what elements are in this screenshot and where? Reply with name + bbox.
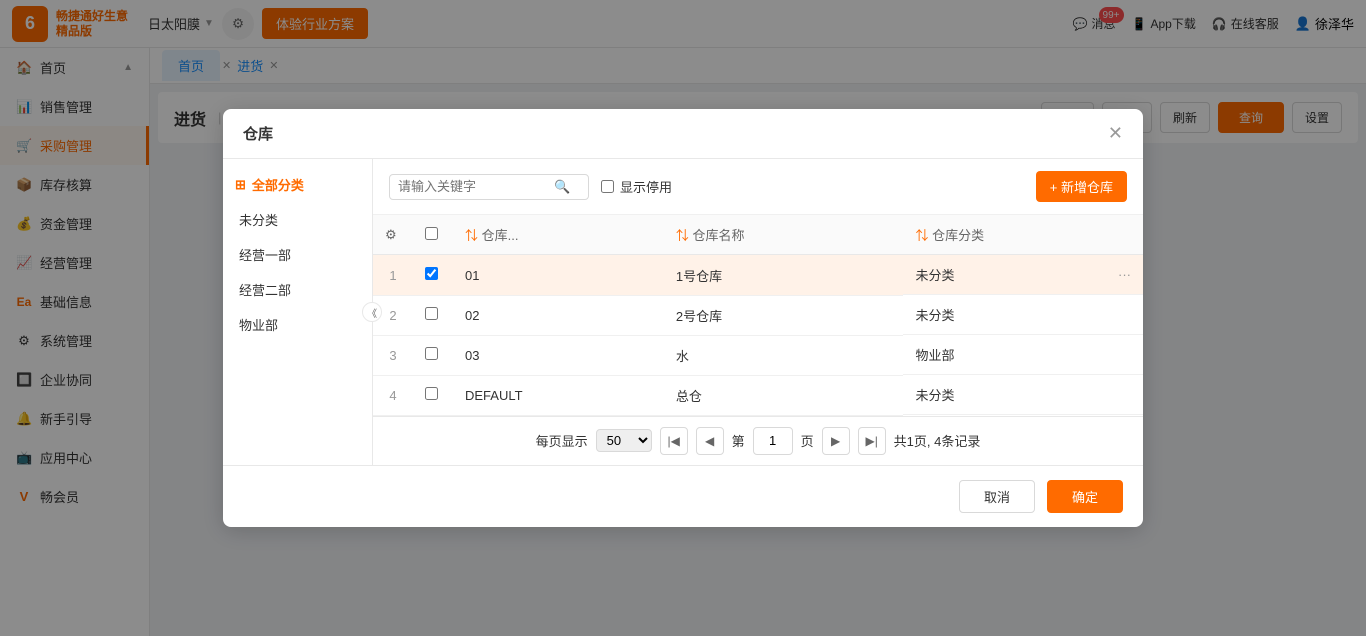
next-page-button[interactable]: ▶ — [822, 427, 850, 455]
per-page-label: 每页显示 — [536, 431, 588, 450]
row-category: 未分类 — [903, 375, 1143, 415]
row-checkbox-cell[interactable] — [413, 375, 453, 415]
prev-page-button[interactable]: ◀ — [696, 427, 724, 455]
row-name: 总仓 — [664, 375, 904, 415]
search-input[interactable] — [398, 179, 548, 194]
sort-icon: ⇅ — [465, 228, 478, 243]
modal-body: ⊞ 全部分类 《 未分类 经营一部 经营二部 物业部 🔍 — [223, 159, 1143, 465]
table-row[interactable]: 3 03 水 物业部 — [373, 335, 1143, 375]
row-code: DEFAULT — [453, 375, 664, 415]
first-page-button[interactable]: |◀ — [660, 427, 688, 455]
row-num: 3 — [373, 335, 413, 375]
row-category: 未分类 ··· — [903, 255, 1143, 295]
page-suffix: 页 — [801, 431, 814, 450]
row-checkbox-cell[interactable] — [413, 295, 453, 335]
add-warehouse-button[interactable]: + 新增仓库 — [1036, 171, 1127, 202]
sort-icon-cat: ⇅ — [915, 228, 928, 243]
category-item-property[interactable]: 物业部 — [223, 307, 372, 342]
show-disabled-checkbox[interactable]: 显示停用 — [601, 177, 672, 196]
last-page-button[interactable]: ▶| — [858, 427, 886, 455]
row-checkbox[interactable] — [425, 307, 438, 320]
category-all[interactable]: ⊞ 全部分类 — [223, 167, 372, 202]
table-row[interactable]: 4 DEFAULT 总仓 未分类 — [373, 375, 1143, 415]
warehouse-table: ⚙ ⇅ 仓库... ⇅ 仓库名称 ⇅ 仓库分类 — [373, 215, 1143, 416]
search-icon: 🔍 — [554, 179, 570, 195]
category-item-unclassified[interactable]: 未分类 — [223, 202, 372, 237]
page-label: 第 — [732, 431, 745, 450]
warehouse-modal: 仓库 ✕ ⊞ 全部分类 《 未分类 经营一部 经营二部 物业部 — [223, 109, 1143, 527]
row-checkbox[interactable] — [425, 387, 438, 400]
per-page-select[interactable]: 50 100 — [596, 429, 652, 452]
col-code: ⇅ 仓库... — [453, 215, 664, 255]
row-checkbox[interactable] — [425, 347, 438, 360]
category-item-dept2[interactable]: 经营二部 — [223, 272, 372, 307]
search-box[interactable]: 🔍 — [389, 174, 589, 200]
modal-toolbar: 🔍 显示停用 + 新增仓库 — [373, 159, 1143, 215]
row-name: 1号仓库 — [664, 255, 904, 296]
col-checkbox — [413, 215, 453, 255]
confirm-button[interactable]: 确定 — [1047, 480, 1123, 513]
row-code: 02 — [453, 295, 664, 335]
select-all-checkbox[interactable] — [425, 227, 438, 240]
modal-title: 仓库 — [243, 123, 273, 144]
more-options-icon[interactable]: ··· — [1118, 267, 1131, 282]
row-name: 2号仓库 — [664, 295, 904, 335]
modal-header: 仓库 ✕ — [223, 109, 1143, 159]
row-name: 水 — [664, 335, 904, 375]
category-item-dept1[interactable]: 经营一部 — [223, 237, 372, 272]
gear-icon: ⚙ — [385, 227, 397, 242]
sort-icon-name: ⇅ — [676, 228, 689, 243]
col-name: ⇅ 仓库名称 — [664, 215, 904, 255]
close-button[interactable]: ✕ — [1108, 123, 1123, 144]
row-category: 物业部 — [903, 335, 1143, 375]
row-num: 4 — [373, 375, 413, 415]
show-disabled-check[interactable] — [601, 180, 614, 193]
grid-icon: ⊞ — [235, 177, 246, 193]
col-category: ⇅ 仓库分类 — [903, 215, 1143, 255]
row-checkbox-cell[interactable] — [413, 335, 453, 375]
row-checkbox[interactable] — [425, 267, 438, 280]
total-records: 共1页, 4条记录 — [894, 431, 981, 450]
collapse-sidebar-button[interactable]: 《 — [362, 302, 382, 322]
cancel-button[interactable]: 取消 — [959, 480, 1035, 513]
col-gear: ⚙ — [373, 215, 413, 255]
row-code: 01 — [453, 255, 664, 296]
table-row[interactable]: 2 02 2号仓库 未分类 — [373, 295, 1143, 335]
category-sidebar: ⊞ 全部分类 《 未分类 经营一部 经营二部 物业部 — [223, 159, 373, 465]
row-category: 未分类 — [903, 295, 1143, 335]
modal-main: 🔍 显示停用 + 新增仓库 ⚙ — [373, 159, 1143, 465]
modal-actions: 取消 确定 — [223, 465, 1143, 527]
row-checkbox-cell[interactable] — [413, 255, 453, 296]
row-code: 03 — [453, 335, 664, 375]
modal-overlay: 仓库 ✕ ⊞ 全部分类 《 未分类 经营一部 经营二部 物业部 — [0, 0, 1366, 636]
row-num: 1 — [373, 255, 413, 296]
page-number-input[interactable] — [753, 427, 793, 455]
pagination-bar: 每页显示 50 100 |◀ ◀ 第 页 ▶ ▶| 共1页, 4条记录 — [373, 416, 1143, 465]
table-row[interactable]: 1 01 1号仓库 未分类 ··· — [373, 255, 1143, 296]
